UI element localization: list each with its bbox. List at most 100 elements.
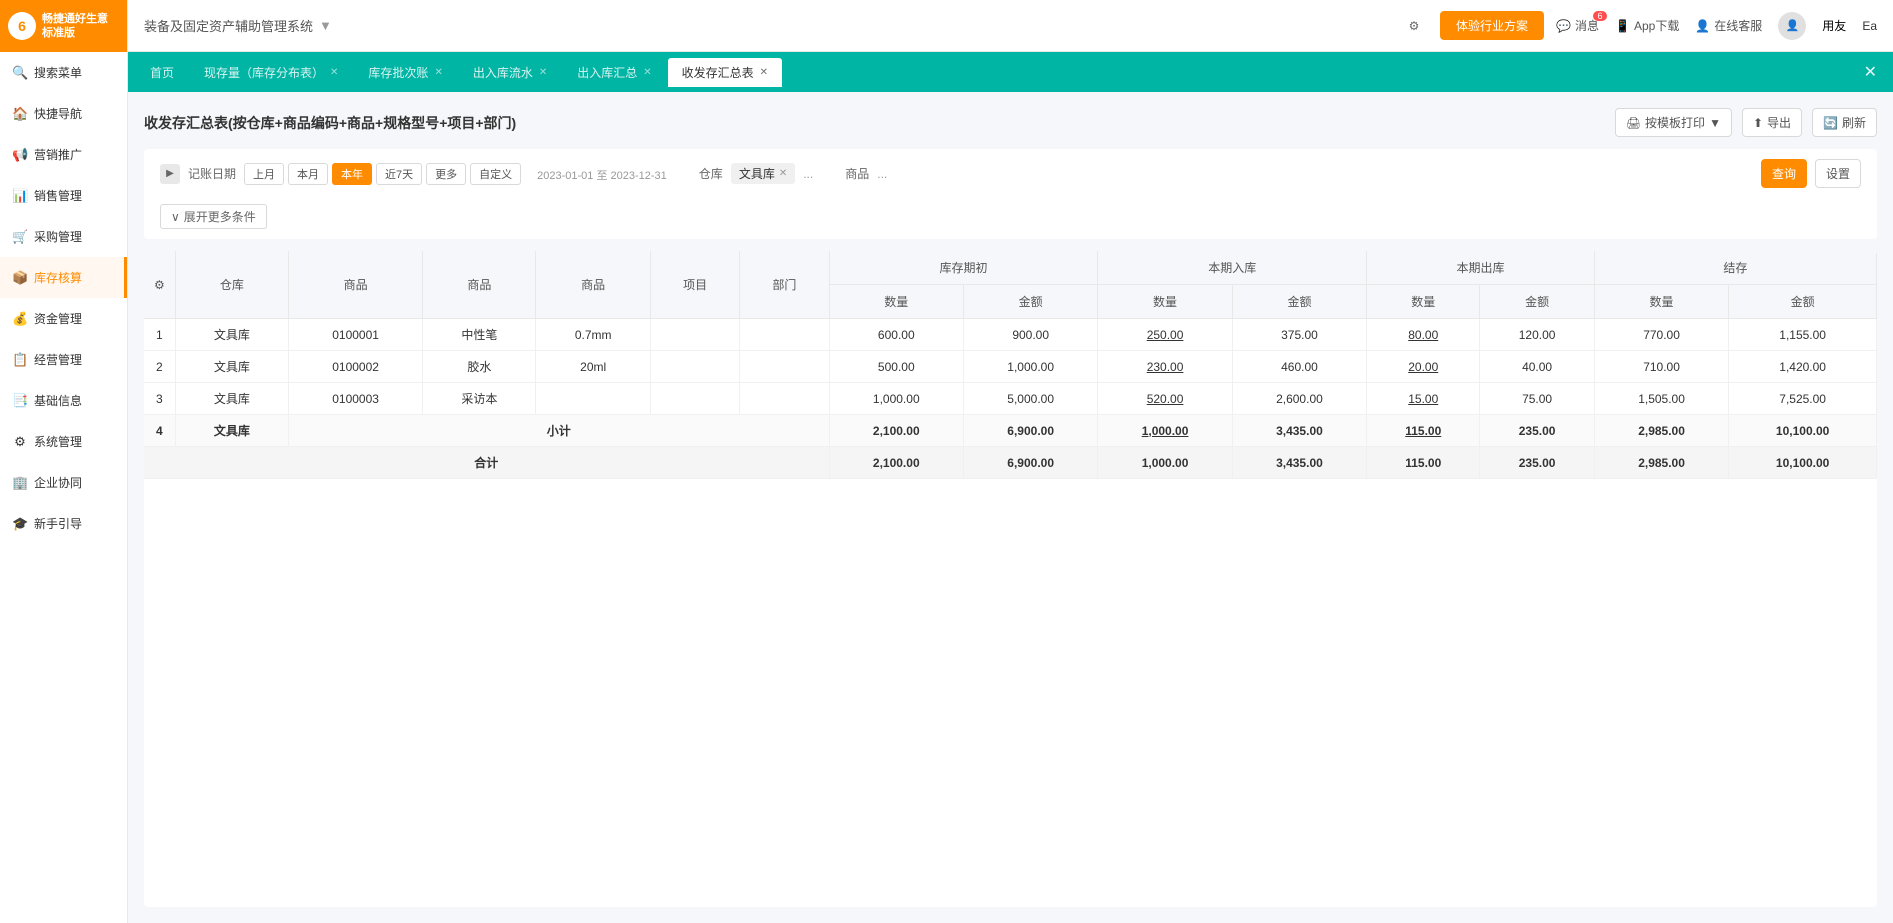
date-btn-本年[interactable]: 本年 <box>332 163 372 185</box>
settings-icon[interactable]: ⚙ <box>1400 12 1428 40</box>
date-btn-上月[interactable]: 上月 <box>244 163 284 185</box>
refresh-button[interactable]: 🔄 刷新 <box>1812 108 1877 137</box>
user-text-ea: Ea <box>1862 19 1877 33</box>
subtotal-in-qty[interactable]: 1,000.00 <box>1098 415 1232 447</box>
row-init-qty: 500.00 <box>829 351 963 383</box>
total-in-qty: 1,000.00 <box>1098 447 1232 479</box>
row-out-qty[interactable]: 80.00 <box>1367 319 1480 351</box>
tab-close-icon[interactable]: ✕ <box>330 67 338 78</box>
tab-label: 现存量（库存分布表） <box>204 64 324 81</box>
tab-label: 出入库流水 <box>473 64 533 81</box>
subtotal-out-qty[interactable]: 115.00 <box>1367 415 1480 447</box>
row-spec: 20ml <box>536 351 650 383</box>
row-in-qty[interactable]: 520.00 <box>1098 383 1232 415</box>
sidebar-item-system[interactable]: ⚙系统管理 <box>0 421 127 462</box>
sidebar-item-inventory[interactable]: 📦库存核算 <box>0 257 127 298</box>
th-init-group: 库存期初 <box>829 251 1098 285</box>
query-button[interactable]: 查询 <box>1761 159 1807 188</box>
online-service-button[interactable]: 👤 在线客服 <box>1695 17 1762 34</box>
th-name: 商品 <box>423 251 536 319</box>
row-warehouse: 文具库 <box>175 351 288 383</box>
filter-bar: ▶ 记账日期 上月本月本年近7天更多自定义 2023-01-01 至 2023-… <box>144 149 1877 239</box>
row-in-qty[interactable]: 250.00 <box>1098 319 1232 351</box>
row-project <box>650 383 739 415</box>
date-btn-近7天[interactable]: 近7天 <box>376 163 422 185</box>
sidebar-item-search[interactable]: 🔍搜索菜单 <box>0 52 127 93</box>
sidebar-nav: 🔍搜索菜单🏠快捷导航📢营销推广 📊 销售管理 🛒采购管理📦库存核算💰资金管理📋经营管理… <box>0 52 127 923</box>
row-bal-amt: 1,420.00 <box>1729 351 1877 383</box>
tab-出入库流水[interactable]: 出入库流水 ✕ <box>459 58 561 87</box>
filter-collapse-arrow[interactable]: ▶ <box>160 164 180 184</box>
sidebar-item-label: 销售管理 <box>34 187 82 204</box>
tab-close-icon[interactable]: ✕ <box>434 67 442 78</box>
purchase-icon: 🛒 <box>12 229 28 245</box>
tab-库存批次账[interactable]: 库存批次账✕ <box>354 58 456 87</box>
row-code: 0100002 <box>288 351 422 383</box>
tab-bar-close-all[interactable]: ✕ <box>1856 58 1885 86</box>
experience-button[interactable]: 体验行业方案 <box>1440 11 1544 40</box>
th-init-qty: 数量 <box>829 285 963 319</box>
tab-close-icon[interactable]: ✕ <box>643 67 651 78</box>
tab-首页[interactable]: 首页 <box>136 58 188 87</box>
th-bal-amt: 金额 <box>1729 285 1877 319</box>
row-bal-qty: 1,505.00 <box>1594 383 1728 415</box>
tab-close-icon[interactable]: ✕ <box>760 67 768 78</box>
export-button[interactable]: ⬆ 导出 <box>1742 108 1802 137</box>
row-spec: 0.7mm <box>536 319 650 351</box>
row-in-qty[interactable]: 230.00 <box>1098 351 1232 383</box>
logo-icon: 6 <box>8 12 36 40</box>
settings-button[interactable]: 设置 <box>1815 159 1861 188</box>
sidebar-item-marketing[interactable]: 📢营销推广 <box>0 134 127 175</box>
title-dropdown-icon[interactable]: ▼ <box>319 18 332 33</box>
page-content: 收发存汇总表(按仓库+商品编码+商品+规格型号+项目+部门) 🖨 按模板打印 ▼… <box>128 92 1893 923</box>
total-out-qty: 115.00 <box>1367 447 1480 479</box>
product-label: 商品 <box>845 165 869 182</box>
row-bal-amt: 7,525.00 <box>1729 383 1877 415</box>
finance-icon: 💰 <box>12 311 28 327</box>
warehouse-tag: 文具库 ✕ <box>731 163 795 184</box>
subtotal-bal-qty: 2,985.00 <box>1594 415 1728 447</box>
system-icon: ⚙ <box>12 434 28 450</box>
row-out-amt: 75.00 <box>1480 383 1595 415</box>
tab-收发存汇总表[interactable]: 收发存汇总表✕ <box>668 58 782 87</box>
date-btn-更多[interactable]: 更多 <box>426 163 466 185</box>
row-warehouse: 文具库 <box>175 383 288 415</box>
sidebar-item-enterprise[interactable]: 🏢企业协同 <box>0 462 127 503</box>
row-out-qty[interactable]: 20.00 <box>1367 351 1480 383</box>
sidebar-item-newbie[interactable]: 🎓新手引导 <box>0 503 127 544</box>
sidebar-item-finance[interactable]: 💰资金管理 <box>0 298 127 339</box>
sales-icon: 📊 <box>12 188 28 204</box>
date-btn-本月[interactable]: 本月 <box>288 163 328 185</box>
expand-icon: ∨ <box>171 210 180 224</box>
quick-nav-icon: 🏠 <box>12 106 28 122</box>
date-filter-label: 记账日期 <box>188 165 236 182</box>
row-out-qty[interactable]: 15.00 <box>1367 383 1480 415</box>
tab-出入库汇总[interactable]: 出入库汇总✕ <box>563 58 665 87</box>
product-more[interactable]: ... <box>877 167 887 181</box>
print-button[interactable]: 🖨 按模板打印 ▼ <box>1615 108 1732 137</box>
sidebar-item-label: 企业协同 <box>34 474 82 491</box>
subtotal-init-qty: 2,100.00 <box>829 415 963 447</box>
sidebar-item-basic-info[interactable]: 📑基础信息 <box>0 380 127 421</box>
date-btn-自定义[interactable]: 自定义 <box>470 163 521 185</box>
sidebar-item-purchase[interactable]: 🛒采购管理 <box>0 216 127 257</box>
sidebar: 6 畅捷通好生意 标准版 🔍搜索菜单🏠快捷导航📢营销推广📊销售管理🛒采购管理📦库… <box>0 0 128 923</box>
warehouse-tag-close[interactable]: ✕ <box>779 168 787 179</box>
th-settings[interactable]: ⚙ <box>144 251 175 319</box>
tab-现存量（库存分布表）[interactable]: 现存量（库存分布表） ✕ <box>190 58 352 87</box>
messages-button[interactable]: 💬 消息 6 <box>1556 17 1599 34</box>
row-no: 1 <box>144 319 175 351</box>
app-download-button[interactable]: 📱 App下载 <box>1615 17 1679 34</box>
date-range: 2023-01-01 至 2023-12-31 <box>537 167 667 183</box>
warehouse-more[interactable]: ... <box>803 167 813 181</box>
total-bal-qty: 2,985.00 <box>1594 447 1728 479</box>
tab-close-icon[interactable]: ✕ <box>539 67 547 78</box>
user-avatar[interactable]: 👤 <box>1778 12 1806 40</box>
sidebar-item-operations[interactable]: 📋经营管理 <box>0 339 127 380</box>
sidebar-item-sales[interactable]: 📊 销售管理 <box>0 175 127 216</box>
sidebar-item-quick-nav[interactable]: 🏠快捷导航 <box>0 93 127 134</box>
subtotal-init-amt: 6,900.00 <box>963 415 1097 447</box>
expand-conditions-button[interactable]: ∨ 展开更多条件 <box>160 204 267 229</box>
row-name: 采访本 <box>423 383 536 415</box>
th-out-amt: 金额 <box>1480 285 1595 319</box>
